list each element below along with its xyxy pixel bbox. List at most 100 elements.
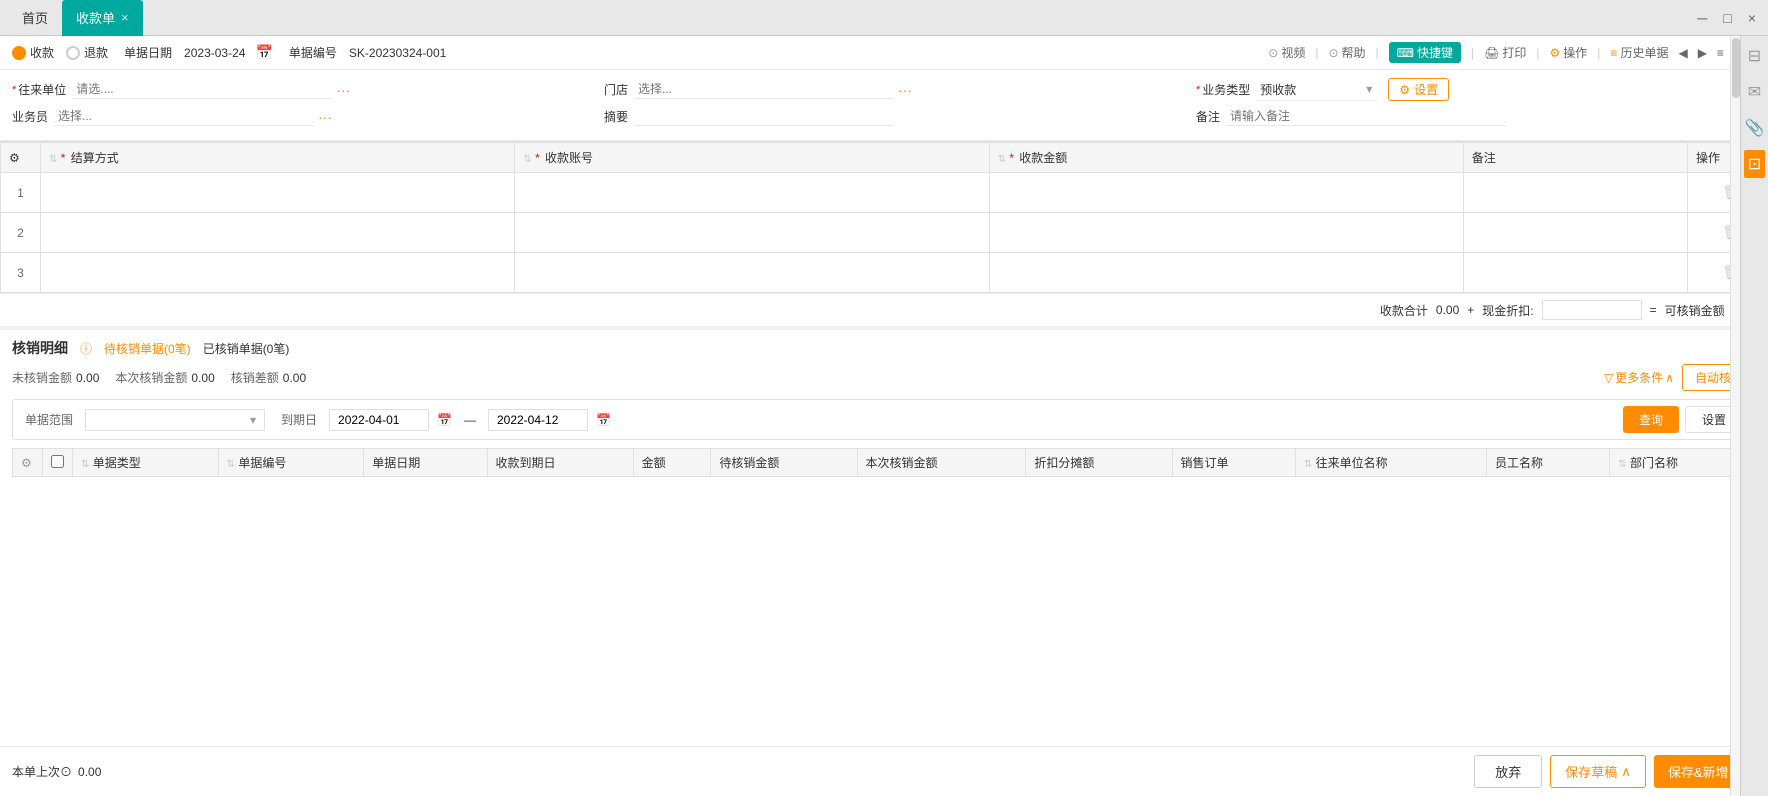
- cell-amount-1[interactable]: [989, 173, 1463, 213]
- receipt-type-group: 收款 退款: [12, 44, 108, 61]
- list-view-btn[interactable]: ≡: [1717, 46, 1724, 60]
- nav-left-btn[interactable]: ◀: [1678, 46, 1687, 60]
- row-num-3: 3: [1, 253, 41, 293]
- number-field: 单据编号 SK-20230324-001: [289, 44, 446, 61]
- cell-account-2[interactable]: [515, 213, 989, 253]
- cell-settlement-1[interactable]: [41, 173, 515, 213]
- info-icon[interactable]: ⓘ: [80, 340, 92, 357]
- print-btn[interactable]: 🖨 打印: [1484, 44, 1526, 61]
- select-all-checkbox[interactable]: [51, 455, 64, 468]
- screenshot-sidebar-icon[interactable]: ⊡: [1744, 150, 1765, 178]
- current-writeoff-amount: 本次核销金额 0.00: [115, 369, 214, 386]
- writeoff-summary: 未核销金额 0.00 本次核销金额 0.00 核销差额 0.00 ▽ 更多条件 …: [12, 364, 1756, 391]
- footer: 本单上次⊙ 0.00 放弃 保存草稿 ∧ 保存&新增 ∧: [0, 746, 1768, 796]
- discount-input[interactable]: [1542, 300, 1642, 320]
- plus-sign: +: [1467, 303, 1474, 317]
- tab-done[interactable]: 已核销单据(0笔): [203, 340, 290, 357]
- partner-input[interactable]: [72, 80, 332, 99]
- history-icon: ≡: [1610, 46, 1617, 60]
- settings-btn-label: 设置: [1414, 81, 1438, 98]
- partner-field: * 往来单位 ···: [12, 80, 572, 99]
- gear-bottom-icon[interactable]: ⚙: [21, 456, 32, 470]
- cell-remark-2[interactable]: [1463, 213, 1687, 253]
- circle-icon: ⊙: [1268, 46, 1278, 60]
- more-conditions-btn[interactable]: ▽ 更多条件 ∧: [1604, 369, 1674, 386]
- due-date-end[interactable]: [488, 409, 588, 431]
- help-btn[interactable]: ⊙ 帮助: [1328, 44, 1365, 61]
- form-row-2: 业务员 ··· 摘要 备注: [12, 107, 1756, 126]
- date-field: 单据日期 2023-03-24 📅: [124, 44, 273, 61]
- shop-input[interactable]: [634, 80, 894, 99]
- required-mark2: *: [1196, 84, 1200, 96]
- mail-sidebar-icon[interactable]: ✉: [1744, 78, 1765, 106]
- col-receipt-amount: ⇅ * 收款金额: [989, 143, 1463, 173]
- clip-sidebar-icon[interactable]: 📎: [1741, 114, 1768, 142]
- chevron-up-icon: ∧: [1665, 371, 1674, 385]
- question-icon: ⊙: [1328, 46, 1338, 60]
- scrollbar-thumb[interactable]: [1732, 38, 1740, 98]
- current-label: 本次核销金额: [115, 369, 187, 386]
- employee-more-icon[interactable]: ···: [318, 109, 332, 125]
- more-conditions-label: 更多条件: [1615, 369, 1663, 386]
- query-btn[interactable]: 查询: [1623, 406, 1679, 433]
- settings-col-header[interactable]: ⚙: [1, 143, 41, 173]
- close-btn[interactable]: ×: [1744, 8, 1760, 28]
- radio-refund[interactable]: 退款: [66, 44, 108, 61]
- cell-settlement-3[interactable]: [41, 253, 515, 293]
- cell-remark-1[interactable]: [1463, 173, 1687, 213]
- main-content: 收款 退款 单据日期 2023-03-24 📅 单据编号 SK-20230324…: [0, 36, 1768, 796]
- due-date-start[interactable]: [329, 409, 429, 431]
- shop-more-icon[interactable]: ···: [898, 82, 912, 98]
- tab-close-icon[interactable]: ×: [121, 10, 129, 25]
- range-select[interactable]: ▾: [85, 409, 265, 431]
- business-type-label: 业务类型: [1202, 81, 1250, 98]
- available-label: 可核销金额: [1665, 302, 1725, 319]
- shortcut-btn[interactable]: ⌨ 快捷键: [1389, 42, 1461, 63]
- operations-label: 操作: [1563, 44, 1587, 61]
- operations-btn[interactable]: ⚙ 操作: [1550, 44, 1588, 61]
- cell-amount-3[interactable]: [989, 253, 1463, 293]
- calendar-start-icon[interactable]: 📅: [437, 413, 452, 427]
- calendar-icon[interactable]: 📅: [255, 44, 272, 61]
- remark-input[interactable]: [1226, 107, 1506, 126]
- settings-button[interactable]: ⚙ 设置: [1388, 78, 1449, 101]
- range-chevron-icon: ▾: [250, 413, 256, 427]
- tab-receipt-label: 收款单: [76, 8, 115, 27]
- table-gear-icon[interactable]: ⚙: [9, 151, 20, 165]
- radio-receipt-label: 收款: [30, 44, 54, 61]
- number-value: SK-20230324-001: [349, 46, 446, 60]
- nav-right-btn[interactable]: ▶: [1698, 46, 1707, 60]
- business-type-select[interactable]: 预收款 ▾: [1256, 79, 1376, 101]
- tab-home[interactable]: 首页: [8, 0, 62, 36]
- history-btn[interactable]: ≡ 历史单据: [1610, 44, 1668, 61]
- filter-icon: ▽: [1604, 371, 1613, 385]
- tab-pending[interactable]: 待核销单据(0笔): [104, 340, 191, 357]
- table-sidebar-icon[interactable]: ⊟: [1744, 42, 1765, 70]
- partner-more-icon[interactable]: ···: [336, 82, 350, 98]
- cell-amount-2[interactable]: [989, 213, 1463, 253]
- cell-settlement-2[interactable]: [41, 213, 515, 253]
- table-row: 3 🗑 ⊕: [1, 253, 1768, 293]
- scrollbar[interactable]: [1730, 36, 1740, 796]
- cell-remark-3[interactable]: [1463, 253, 1687, 293]
- col-amount: 金额: [633, 449, 711, 477]
- calendar-end-icon[interactable]: 📅: [596, 413, 611, 427]
- minimize-btn[interactable]: ─: [1693, 8, 1711, 28]
- tab-receipt[interactable]: 收款单 ×: [62, 0, 143, 36]
- employee-input[interactable]: [54, 107, 314, 126]
- save-draft-btn[interactable]: 保存草稿 ∧: [1550, 755, 1646, 788]
- diff-label: 核销差额: [231, 369, 279, 386]
- radio-receipt[interactable]: 收款: [12, 44, 54, 61]
- cell-account-1[interactable]: [515, 173, 989, 213]
- maximize-btn[interactable]: □: [1719, 8, 1735, 28]
- video-btn[interactable]: ⊙ 视频: [1268, 44, 1305, 61]
- col-doc-type: ⇅ 单据类型: [73, 449, 219, 477]
- filter-actions: 查询 设置: [1623, 406, 1743, 433]
- history-label: 历史单据: [1620, 44, 1668, 61]
- abandon-btn[interactable]: 放弃: [1474, 755, 1542, 788]
- business-type-field: * 业务类型 预收款 ▾ ⚙ 设置: [1196, 78, 1756, 101]
- number-label: 单据编号: [289, 44, 337, 61]
- summary-input[interactable]: [634, 107, 894, 126]
- cell-account-3[interactable]: [515, 253, 989, 293]
- remark-label: 备注: [1196, 108, 1220, 125]
